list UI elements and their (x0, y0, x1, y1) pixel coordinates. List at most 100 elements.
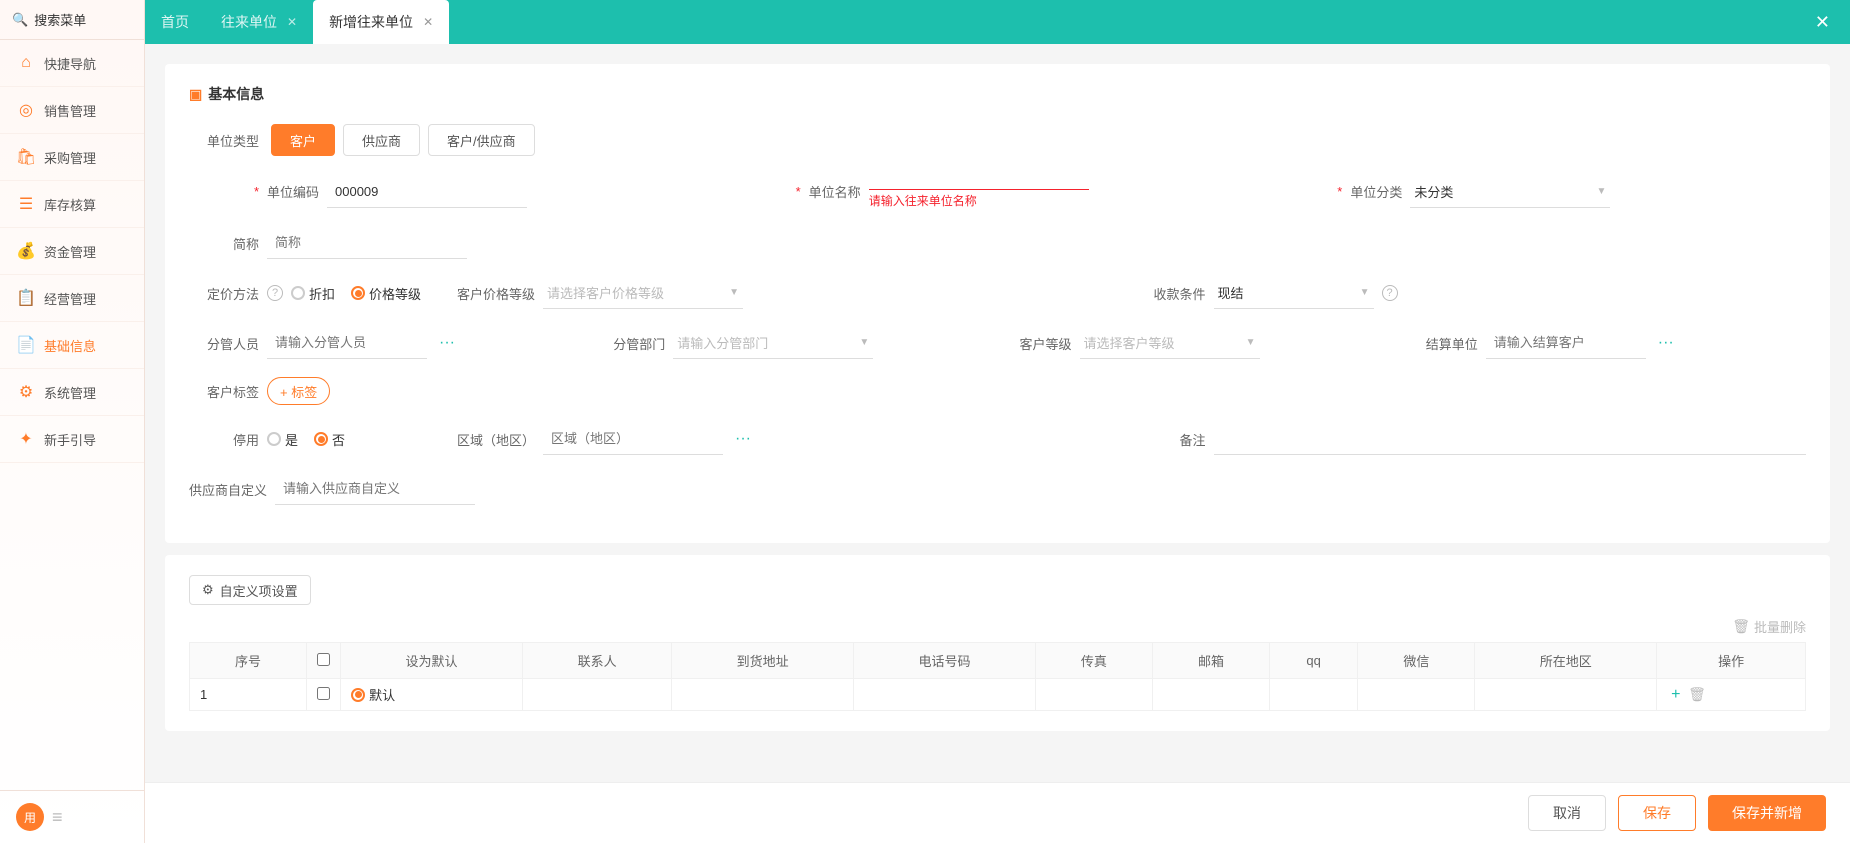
payment-help-icon[interactable]: ? (1382, 285, 1398, 301)
table-row: 1 默认 (190, 679, 1806, 711)
row-phone (854, 679, 1036, 711)
tab-partners[interactable]: 往来单位 ✕ (205, 0, 313, 44)
customer-price-select[interactable]: 请选择客户价格等级 ▼ (543, 277, 743, 309)
payment-label: 收款条件 (1136, 284, 1206, 303)
remark-input[interactable] (1214, 423, 1807, 455)
unit-name-input[interactable] (869, 174, 1089, 190)
tabs-close-all[interactable]: ✕ (1807, 8, 1838, 37)
save-new-button[interactable]: 保存并新增 (1708, 795, 1826, 831)
save-button[interactable]: 保存 (1618, 795, 1696, 831)
sales-icon: ◎ (16, 100, 36, 120)
customer-level-select[interactable]: 请选择客户等级 ▼ (1080, 327, 1260, 359)
row-checkbox[interactable] (317, 687, 330, 700)
region-more-btn[interactable]: ··· (731, 430, 755, 448)
batch-delete-label[interactable]: 批量删除 (1754, 617, 1806, 636)
sidebar-item-sales[interactable]: ◎ 销售管理 (0, 87, 144, 134)
contacts-table: 序号 设为默认 联系人 到货地址 电话号码 传真 邮箱 qq 微信 所在地区 操… (189, 642, 1806, 711)
th-num: 序号 (190, 643, 307, 679)
region-input[interactable] (543, 423, 723, 455)
inventory-icon: ☰ (16, 194, 36, 214)
radio-price-level-outer (351, 286, 365, 300)
unit-type-row: 单位类型 客户 供应商 客户/供应商 (189, 124, 1806, 156)
tab-home[interactable]: 首页 (145, 0, 205, 44)
chevron-down-icon5: ▼ (1246, 337, 1256, 348)
sidebar-item-purchase[interactable]: 🛍 采购管理 (0, 134, 144, 181)
sidebar-item-operations[interactable]: 📋 经营管理 (0, 275, 144, 322)
unit-category-label: 单位分类 (1350, 182, 1402, 201)
row-email (1152, 679, 1269, 711)
th-phone: 电话号码 (854, 643, 1036, 679)
manager-field: 分管人员 ··· (189, 327, 587, 359)
tab-new-partner-close[interactable]: ✕ (423, 15, 433, 29)
radio-price-level[interactable]: 价格等级 (351, 284, 421, 303)
billing-more-btn[interactable]: ··· (1654, 334, 1678, 352)
row-default-radio[interactable]: 默认 (351, 685, 512, 704)
th-wechat: 微信 (1358, 643, 1475, 679)
sales-label: 销售管理 (44, 101, 96, 120)
unit-code-input[interactable] (327, 176, 527, 208)
tab-home-label: 首页 (161, 12, 189, 32)
customize-settings-btn[interactable]: ⚙ 自定义项设置 (189, 575, 311, 605)
sidebar-search[interactable]: 🔍 搜索菜单 (0, 0, 144, 40)
tab-new-partner[interactable]: 新增往来单位 ✕ (313, 0, 449, 44)
sidebar-item-guide[interactable]: ✦ 新手引导 (0, 416, 144, 463)
chevron-down-icon: ▼ (1596, 186, 1606, 197)
select-all-checkbox[interactable] (317, 653, 330, 666)
row-address (672, 679, 854, 711)
radio-discount-outer (291, 286, 305, 300)
th-qq: qq (1270, 643, 1358, 679)
btn-supplier[interactable]: 供应商 (343, 124, 420, 156)
sidebar-item-finance[interactable]: 💰 资金管理 (0, 228, 144, 275)
sidebar-item-quick-nav[interactable]: ⌂ 快捷导航 (0, 40, 144, 87)
row-default-radio-outer (351, 688, 365, 702)
sidebar-item-system[interactable]: ⚙ 系统管理 (0, 369, 144, 416)
radio-discount[interactable]: 折扣 (291, 284, 335, 303)
radio-yes[interactable]: 是 (267, 430, 298, 449)
unit-name-field: * 单位名称 请输入往来单位名称 (731, 174, 1265, 209)
unit-category-select[interactable]: 未分类 ▼ (1410, 176, 1610, 208)
tab-partners-close[interactable]: ✕ (287, 15, 297, 29)
disable-field: 停用 是 否 (189, 430, 449, 449)
unit-code-label: 单位编码 (267, 182, 319, 201)
row-checkbox-cell (307, 679, 341, 711)
th-email: 邮箱 (1152, 643, 1269, 679)
billing-label: 结算单位 (1408, 334, 1478, 353)
payment-field: 收款条件 现结 ▼ ? (1136, 277, 1807, 309)
pricing-help-icon[interactable]: ? (267, 285, 283, 301)
customer-price-placeholder: 请选择客户价格等级 (547, 283, 725, 302)
customer-level-label: 客户等级 (1002, 334, 1072, 353)
basic-info-icon: 📄 (16, 335, 36, 355)
content-area: ▣ 基本信息 单位类型 客户 供应商 客户/供应商 * 单位编码 (145, 44, 1850, 782)
row-default: 默认 (341, 679, 523, 711)
th-contact: 联系人 (522, 643, 671, 679)
tabs-bar: 首页 往来单位 ✕ 新增往来单位 ✕ ✕ (145, 0, 1850, 44)
radio-no[interactable]: 否 (314, 430, 345, 449)
btn-both[interactable]: 客户/供应商 (428, 124, 535, 156)
table-card: ⚙ 自定义项设置 🗑 批量删除 序号 设为默认 联系人 到货地址 电话号码 传真 (165, 555, 1830, 731)
radio-yes-outer (267, 432, 281, 446)
sidebar-item-inventory[interactable]: ☰ 库存核算 (0, 181, 144, 228)
pricing-label: 定价方法 (189, 284, 259, 303)
billing-input[interactable] (1486, 327, 1646, 359)
row-num: 1 (190, 679, 307, 711)
abbr-input[interactable] (267, 227, 467, 259)
row-add-btn[interactable]: + (1667, 686, 1684, 703)
btn-customer[interactable]: 客户 (271, 124, 335, 156)
supplier-custom-input[interactable] (275, 473, 475, 505)
unit-name-input-box: 请输入往来单位名称 (869, 174, 1265, 209)
dept-label: 分管部门 (595, 334, 665, 353)
manager-input[interactable] (267, 327, 427, 359)
table-header-row: 序号 设为默认 联系人 到货地址 电话号码 传真 邮箱 qq 微信 所在地区 操… (190, 643, 1806, 679)
dept-select[interactable]: 请输入分管部门 ▼ (673, 327, 873, 359)
row-delete-btn[interactable]: 🗑 (1688, 686, 1706, 702)
payment-select[interactable]: 现结 ▼ (1214, 277, 1374, 309)
th-address: 到货地址 (672, 643, 854, 679)
th-fax: 传真 (1035, 643, 1152, 679)
tag-add-btn[interactable]: + 标签 (267, 377, 330, 405)
cancel-button[interactable]: 取消 (1528, 795, 1606, 831)
required-mark-name: * (731, 184, 801, 199)
radio-no-outer (314, 432, 328, 446)
sidebar-item-basic-info[interactable]: 📄 基础信息 (0, 322, 144, 369)
manager-more-btn[interactable]: ··· (435, 334, 459, 352)
required-mark-code: * (189, 184, 259, 199)
